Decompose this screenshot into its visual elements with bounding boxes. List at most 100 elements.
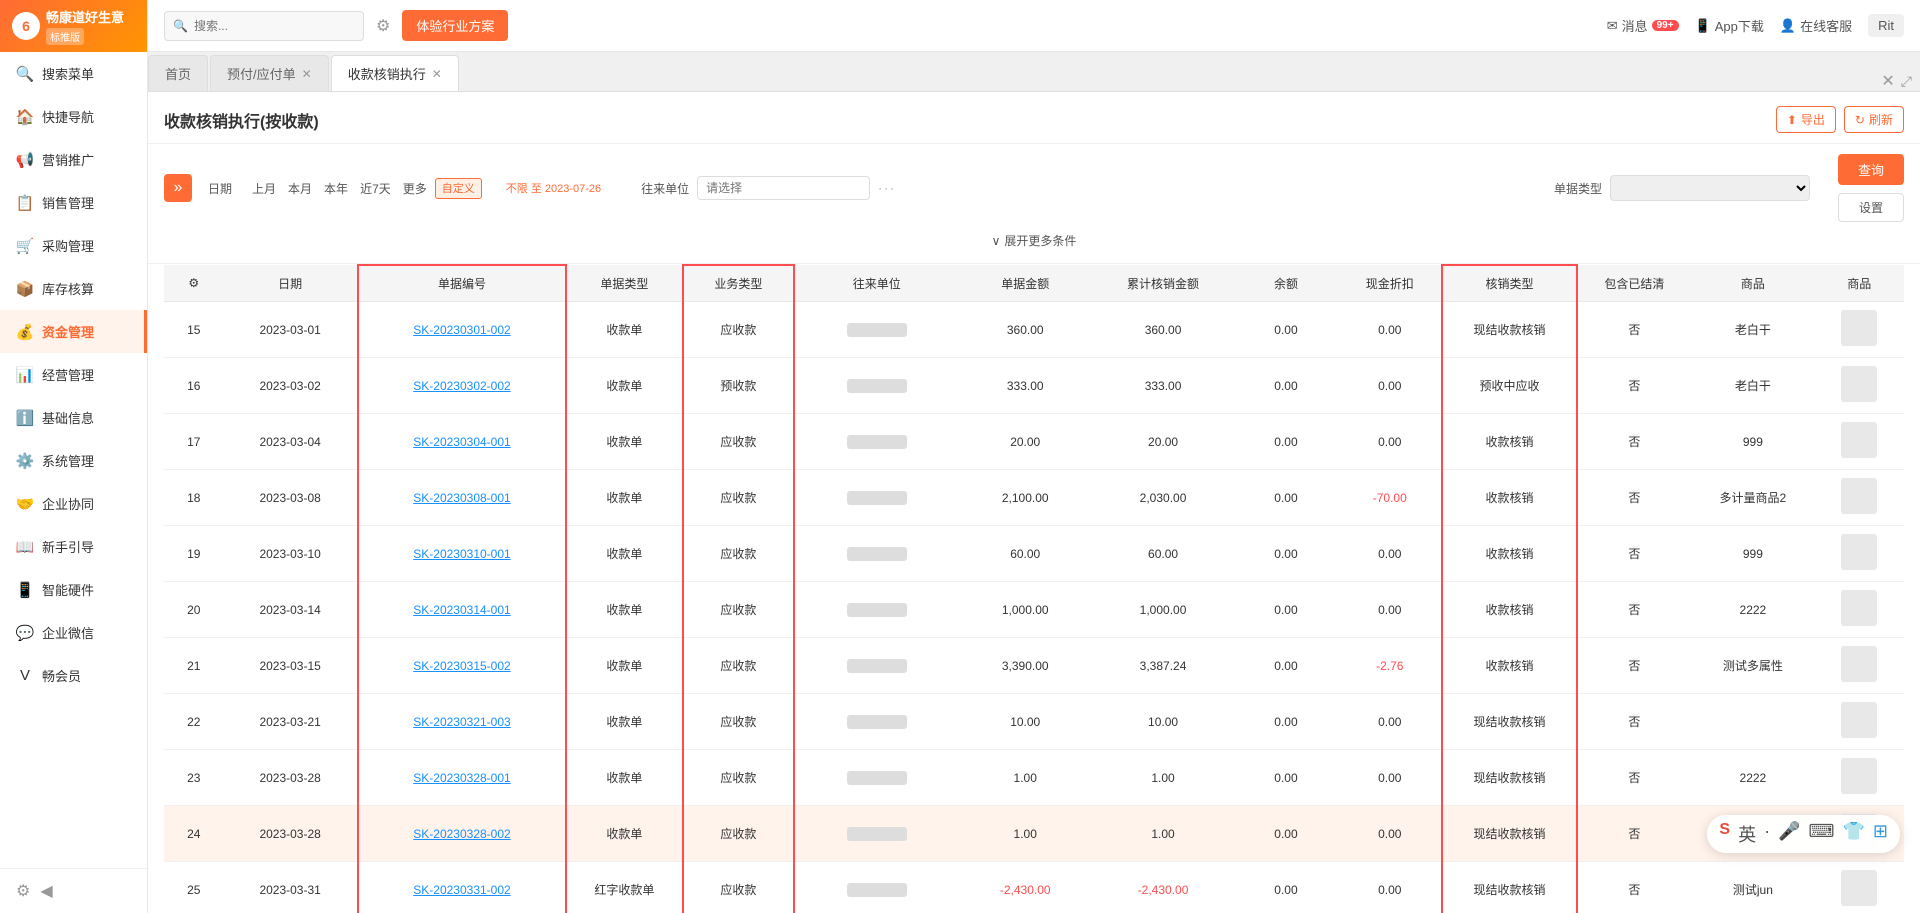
date-range-display: 不限 至 2023-07-26	[506, 180, 601, 196]
sidebar-item-member[interactable]: V 畅会员	[0, 654, 147, 697]
query-btn[interactable]: 查询	[1838, 154, 1904, 185]
app-download-btn[interactable]: 📱 App下载	[1695, 16, 1764, 35]
tab-close-receipt[interactable]: ✕	[432, 67, 442, 81]
sidebar-item-operation[interactable]: 📊 经营管理	[0, 353, 147, 396]
row-billno: SK-20230302-002	[358, 358, 567, 414]
table-row: 24 2023-03-28 SK-20230328-002 收款单 应收款 1.…	[164, 806, 1904, 862]
tab-close-prepay[interactable]: ✕	[302, 67, 312, 81]
sidebar-item-guide[interactable]: 📖 新手引导	[0, 525, 147, 568]
sidebar-item-sales[interactable]: 📋 销售管理	[0, 181, 147, 224]
row-partner	[794, 862, 958, 913]
row-goods: 多计量商品2	[1691, 470, 1814, 526]
billno-link[interactable]: SK-20230304-001	[413, 435, 510, 449]
ime-dot-icon[interactable]: ·	[1764, 821, 1770, 847]
date-custom-btn[interactable]: 自定义	[435, 178, 482, 199]
sidebar-item-finance[interactable]: 💰 资金管理	[0, 310, 147, 353]
tab-label-home: 首页	[165, 64, 191, 83]
row-discount: -2.76	[1338, 638, 1442, 694]
ime-english-icon[interactable]: 英	[1738, 821, 1756, 847]
row-date: 2023-03-31	[224, 862, 358, 913]
row-balance: 0.00	[1234, 694, 1338, 750]
export-btn[interactable]: ⬆ 导出	[1776, 106, 1836, 133]
row-settled: 否	[1577, 470, 1692, 526]
filter-toggle-btn[interactable]: »	[164, 174, 192, 202]
sidebar-item-basics[interactable]: ℹ️ 基础信息	[0, 396, 147, 439]
sidebar-item-wechat[interactable]: 💬 企业微信	[0, 611, 147, 654]
ime-mic-icon[interactable]: 🎤	[1778, 821, 1800, 847]
row-discount: -70.00	[1338, 470, 1442, 526]
row-date: 2023-03-01	[224, 302, 358, 358]
system-icon: ⚙️	[16, 452, 34, 470]
row-biztype: 应收款	[683, 414, 795, 470]
main-table: ⚙ 日期 单据编号 单据类型 业务类型 往来单位 单据金额 累计核销金额 余额 …	[164, 264, 1904, 913]
sidebar-item-system[interactable]: ⚙️ 系统管理	[0, 439, 147, 482]
filter-settings-btn[interactable]: 设置	[1838, 193, 1904, 222]
sidebar-item-hardware[interactable]: 📱 智能硬件	[0, 568, 147, 611]
filter-date-range-area: 不限 至 2023-07-26	[506, 180, 601, 196]
tab-home[interactable]: 首页	[148, 55, 208, 91]
date-last-month[interactable]: 上月	[248, 178, 280, 199]
settings-icon[interactable]: ⚙	[16, 881, 30, 901]
refresh-btn[interactable]: ↻ 刷新	[1844, 106, 1904, 133]
sidebar-item-search[interactable]: 🔍 搜索菜单	[0, 52, 147, 95]
row-biztype: 预收款	[683, 358, 795, 414]
row-billtype: 收款单	[566, 582, 682, 638]
sidebar-item-purchase[interactable]: 🛒 采购管理	[0, 224, 147, 267]
partner-value	[847, 659, 907, 673]
th-settings[interactable]: ⚙	[164, 265, 224, 302]
ime-shirt-icon[interactable]: 👕	[1842, 821, 1864, 847]
date-this-month[interactable]: 本月	[284, 178, 316, 199]
tab-receipt[interactable]: 收款核销执行✕	[331, 55, 459, 91]
sidebar-item-inventory[interactable]: 📦 库存核算	[0, 267, 147, 310]
ime-grid-icon[interactable]: ⊞	[1873, 821, 1888, 847]
billtype-select[interactable]	[1610, 175, 1810, 201]
date-7days[interactable]: 近7天	[356, 178, 395, 199]
search-input[interactable]	[194, 19, 355, 33]
row-settled: 否	[1577, 862, 1692, 913]
billno-link[interactable]: SK-20230310-001	[413, 547, 510, 561]
row-goodsimg	[1814, 302, 1904, 358]
billno-link[interactable]: SK-20230321-003	[413, 715, 510, 729]
sidebar-item-marketing[interactable]: 📢 营销推广	[0, 138, 147, 181]
tabs-list: 首页预付/应付单✕收款核销执行✕	[148, 55, 461, 91]
expand-more-btn[interactable]: ∨ 展开更多条件	[164, 228, 1904, 253]
row-goods: 999	[1691, 414, 1814, 470]
partner-input[interactable]	[697, 176, 870, 200]
row-settled: 否	[1577, 526, 1692, 582]
user-btn[interactable]: Rit	[1868, 14, 1904, 37]
billno-link[interactable]: SK-20230308-001	[413, 491, 510, 505]
row-goodsimg	[1814, 638, 1904, 694]
date-more[interactable]: 更多	[399, 178, 431, 199]
row-goods: 测试多属性	[1691, 638, 1814, 694]
billno-link[interactable]: SK-20230331-002	[413, 883, 510, 897]
service-btn[interactable]: 👤 在线客服	[1780, 16, 1852, 35]
collapse-icon[interactable]: ◀	[40, 881, 52, 901]
row-amount: 333.00	[958, 358, 1092, 414]
billno-link[interactable]: SK-20230328-002	[413, 827, 510, 841]
billno-link[interactable]: SK-20230315-002	[413, 659, 510, 673]
window-expand-icon[interactable]: ⤢	[1901, 73, 1912, 90]
row-billno: SK-20230331-002	[358, 862, 567, 913]
industry-btn[interactable]: 体验行业方案	[402, 10, 508, 41]
billno-link[interactable]: SK-20230328-001	[413, 771, 510, 785]
row-no: 23	[164, 750, 224, 806]
topbar-gear-icon[interactable]: ⚙	[376, 16, 390, 36]
message-badge: 99+	[1652, 20, 1679, 31]
billno-link[interactable]: SK-20230301-002	[413, 323, 510, 337]
billno-link[interactable]: SK-20230314-001	[413, 603, 510, 617]
billno-link[interactable]: SK-20230302-002	[413, 379, 510, 393]
sidebar-item-quicknav[interactable]: 🏠 快捷导航	[0, 95, 147, 138]
sidebar-item-enterprise[interactable]: 🤝 企业协同	[0, 482, 147, 525]
row-no: 16	[164, 358, 224, 414]
message-btn[interactable]: ✉ 消息 99+	[1607, 16, 1679, 35]
ime-keyboard-icon[interactable]: ⌨	[1809, 821, 1835, 847]
row-veriftype: 收款核销	[1442, 526, 1576, 582]
row-cumamt: 10.00	[1092, 694, 1234, 750]
tab-prepay[interactable]: 预付/应付单✕	[210, 55, 329, 91]
row-balance: 0.00	[1234, 638, 1338, 694]
row-balance: 0.00	[1234, 526, 1338, 582]
date-label: 日期	[208, 180, 232, 197]
window-close-icon[interactable]: ✕	[1881, 71, 1894, 91]
topbar-search-box[interactable]: 🔍	[164, 11, 364, 41]
date-this-year[interactable]: 本年	[320, 178, 352, 199]
